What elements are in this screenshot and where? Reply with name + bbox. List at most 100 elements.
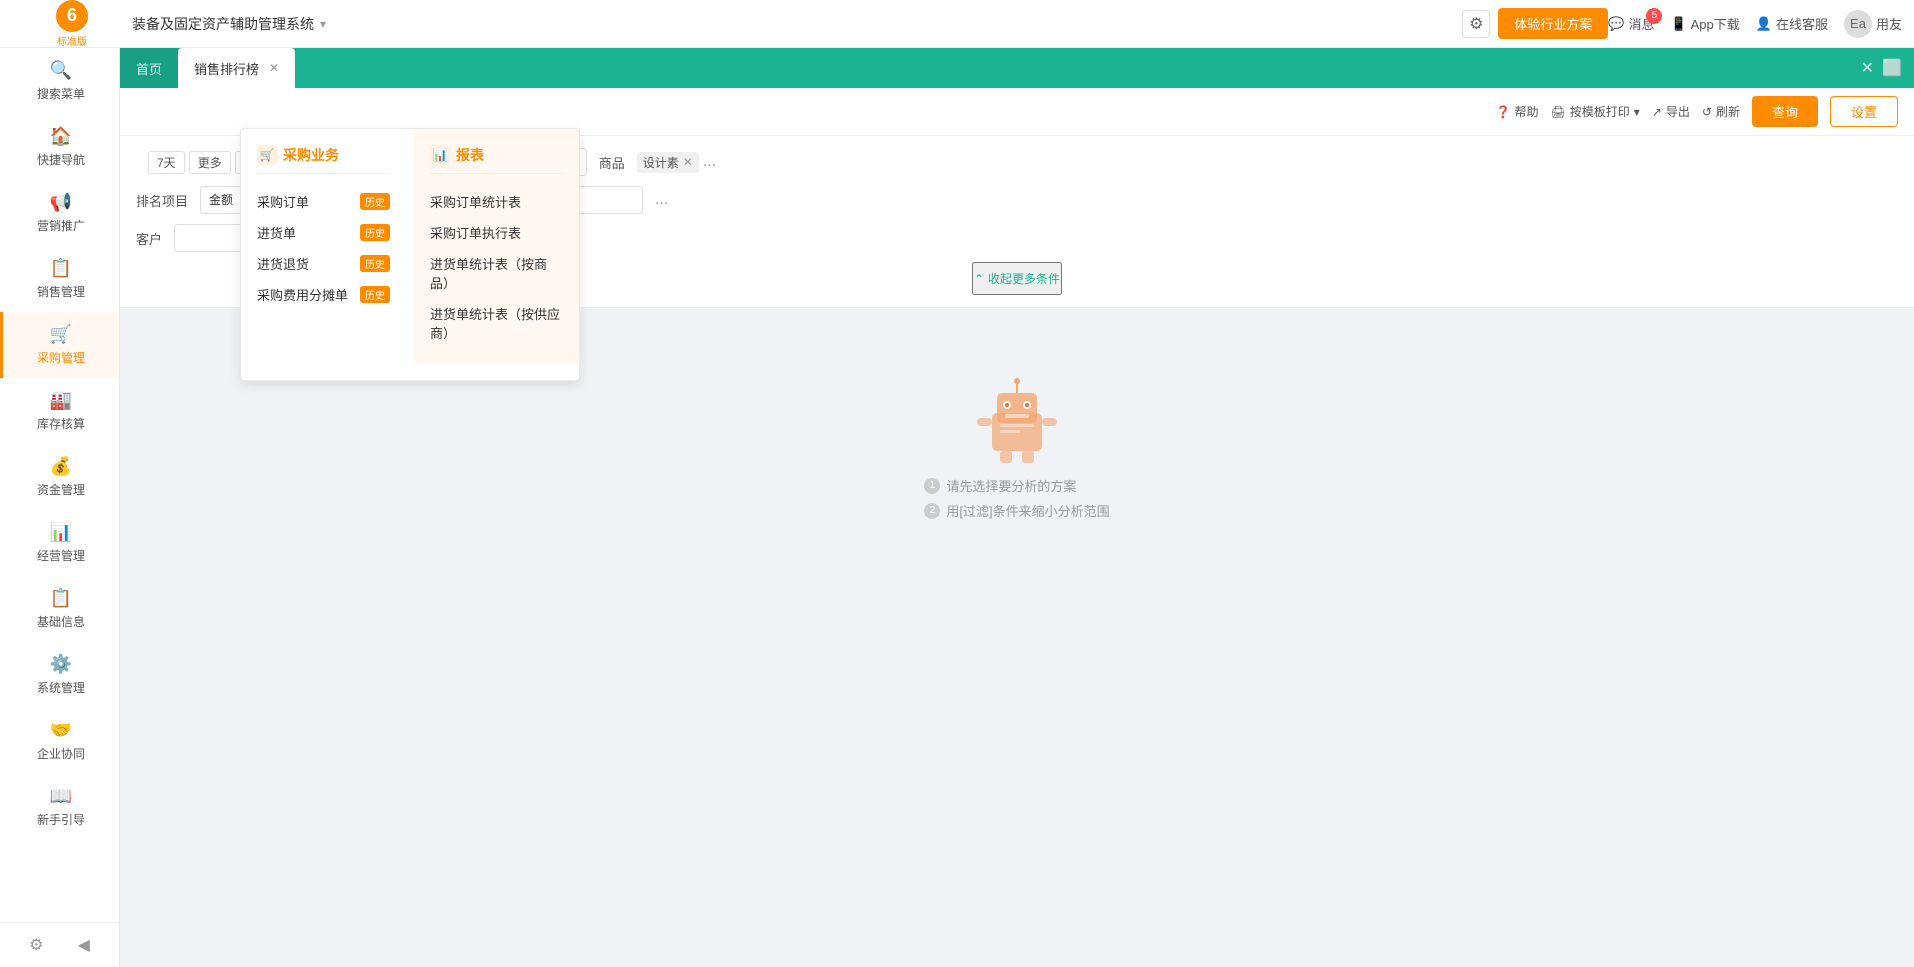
online-service-label: 在线客服 [1776, 14, 1828, 33]
online-service-item[interactable]: 👤 在线客服 [1756, 14, 1828, 33]
query-btn[interactable]: 查询 [1752, 96, 1818, 127]
refresh-btn[interactable]: ↺ 刷新 [1702, 103, 1740, 120]
export-btn[interactable]: ↗ 导出 [1652, 103, 1690, 120]
tab-sales-rank[interactable]: 销售排行榜 ✕ [178, 48, 295, 88]
sidebar-item-enterprise[interactable]: 🤝 企业协同 [0, 708, 119, 774]
print-icon: 🖨 [1551, 105, 1566, 119]
sales-icon: 📋 [50, 258, 72, 279]
logo-icon: 6 [56, 0, 88, 32]
sidebar-item-guide[interactable]: 📖 新手引导 [0, 774, 119, 840]
app-download-label: App下载 [1691, 14, 1740, 33]
message-item[interactable]: 💬 消息 5 [1608, 14, 1654, 33]
settings-bottom-icon[interactable]: ⚙ [29, 935, 43, 955]
purchase-order-stats-label: 采购订单统计表 [430, 192, 521, 211]
system-icon: ⚙️ [50, 654, 72, 675]
message-icon: 💬 [1608, 16, 1624, 32]
operations-icon: 📊 [50, 522, 72, 543]
sidebar-item-purchase[interactable]: 🛒 采购管理 [0, 312, 119, 378]
logo-area: 6 标准版 [12, 0, 132, 48]
sidebar-item-operations[interactable]: 📊 经营管理 [0, 510, 119, 576]
sidebar-item-sales-label: 销售管理 [37, 283, 85, 300]
purchase-col-icon: 🛒 [257, 145, 277, 165]
date-btn-more[interactable]: 更多 [189, 151, 231, 174]
purchase-col-title-text: 采购业务 [283, 145, 339, 165]
settings-btn[interactable]: 设置 [1830, 96, 1898, 127]
collapse-sidebar-icon[interactable]: ◀ [78, 935, 90, 955]
sidebar-item-inventory-label: 库存核算 [37, 415, 85, 432]
inventory-icon: 🏭 [50, 390, 72, 411]
sidebar-item-marketing-label: 营销推广 [37, 217, 85, 234]
salesperson-dots-btn[interactable]: ... [655, 191, 668, 209]
help-btn[interactable]: ❓ 帮助 [1496, 103, 1539, 120]
sidebar-item-quick-nav[interactable]: 🏠 快捷导航 [0, 114, 119, 180]
tab-close-icon[interactable]: ✕ [269, 61, 279, 75]
tab-home[interactable]: 首页 [120, 48, 178, 88]
sidebar-item-search[interactable]: 🔍 搜索菜单 [0, 48, 119, 114]
search-menu-icon: 🔍 [50, 60, 72, 81]
avatar: Ea [1844, 10, 1872, 38]
dropdown-item-receive-return[interactable]: 进货退货 历史 [257, 248, 390, 279]
sidebar-item-system[interactable]: ⚙️ 系统管理 [0, 642, 119, 708]
tab-expand-icon[interactable]: ⬜ [1882, 58, 1902, 78]
enterprise-icon: 🤝 [50, 720, 72, 741]
help-label: 帮助 [1515, 103, 1539, 120]
dropdown-item-purchase-order-stats[interactable]: 采购订单统计表 [430, 186, 563, 217]
sidebar-item-finance[interactable]: 💰 资金管理 [0, 444, 119, 510]
receive-return-history-badge: 历史 [360, 255, 390, 272]
user-item[interactable]: Ea 用友 [1844, 10, 1902, 38]
purchase-icon: 🛒 [50, 324, 72, 345]
app-download-item[interactable]: 📱 App下载 [1670, 14, 1739, 33]
sidebar-item-basic-info[interactable]: 📋 基础信息 [0, 576, 119, 642]
goods-dots-btn[interactable]: ... [703, 153, 716, 171]
system-name-text: 装备及固定资产辅助管理系统 [132, 14, 314, 34]
sidebar-item-marketing[interactable]: 📢 营销推广 [0, 180, 119, 246]
top-header: 6 标准版 装备及固定资产辅助管理系统 ▾ ⚙ 体验行业方案 💬 消息 5 📱 … [0, 0, 1914, 48]
dropdown-item-receive-stats-supplier[interactable]: 进货单统计表（按供应商） [430, 298, 563, 348]
collapse-label: 收起更多条件 [988, 270, 1060, 287]
header-settings-icon[interactable]: ⚙ [1462, 10, 1490, 38]
goods-filter: 设计素 ✕ ... [637, 152, 716, 173]
sidebar-item-system-label: 系统管理 [37, 679, 85, 696]
sidebar-item-inventory[interactable]: 🏭 库存核算 [0, 378, 119, 444]
tip-text-2: 用[过滤]条件来缩小分析范围 [946, 501, 1109, 520]
print-btn[interactable]: 🖨 按模板打印 ▾ [1551, 103, 1640, 120]
purchase-col: 🛒 采购业务 采购订单 历史 进货单 历史 进货退货 历史 [257, 145, 390, 364]
robot-svg [967, 368, 1067, 468]
sidebar-item-search-label: 搜索菜单 [37, 85, 85, 102]
print-dropdown-icon: ▾ [1634, 105, 1640, 119]
service-icon: 👤 [1756, 16, 1772, 32]
receive-return-label: 进货退货 [257, 254, 309, 273]
dropdown-item-purchase-order[interactable]: 采购订单 历史 [257, 186, 390, 217]
tab-sales-rank-label: 销售排行榜 [194, 59, 259, 78]
collapse-btn[interactable]: ⌃ 收起更多条件 [972, 262, 1062, 295]
purchase-order-label: 采购订单 [257, 192, 309, 211]
dropdown-item-receive-stats-goods[interactable]: 进货单统计表（按商品） [430, 248, 563, 298]
purchase-col-title: 🛒 采购业务 [257, 145, 390, 174]
goods-tag-close[interactable]: ✕ [683, 155, 693, 169]
sidebar-item-sales[interactable]: 📋 销售管理 [0, 246, 119, 312]
goods-tag-text: 设计素 [643, 154, 679, 171]
report-col-title: 📊 报表 [430, 145, 563, 174]
print-label: 按模板打印 [1570, 103, 1630, 120]
purchase-expense-history-badge: 历史 [360, 286, 390, 303]
dropdown-item-purchase-expense[interactable]: 采购费用分摊单 历史 [257, 279, 390, 310]
dropdown-item-purchase-order-exec[interactable]: 采购订单执行表 [430, 217, 563, 248]
content-area: 首页 销售排行榜 ✕ ✕ ⬜ ❓ 帮助 🖨 按模板打印 [120, 48, 1914, 967]
industry-btn[interactable]: 体验行业方案 [1498, 8, 1608, 39]
report-col: 📊 报表 采购订单统计表 采购订单执行表 进货单统计表（按商品） 进货单统计表（… [414, 129, 579, 364]
sidebar-item-guide-label: 新手引导 [37, 811, 85, 828]
sidebar-item-operations-label: 经营管理 [37, 547, 85, 564]
tab-close-all-icon[interactable]: ✕ [1861, 58, 1874, 78]
system-dropdown-icon[interactable]: ▾ [320, 17, 326, 31]
receive-stats-goods-label: 进货单统计表（按商品） [430, 254, 563, 292]
date-btn-7days[interactable]: 7天 [148, 151, 185, 174]
goods-label: 商品 [599, 153, 625, 172]
marketing-icon: 📢 [50, 192, 72, 213]
collapse-up-icon: ⌃ [974, 272, 984, 286]
message-badge: 5 [1646, 8, 1662, 24]
dropdown-item-receive[interactable]: 进货单 历史 [257, 217, 390, 248]
purchase-order-history-badge: 历史 [360, 193, 390, 210]
refresh-icon: ↺ [1702, 105, 1712, 119]
receive-stats-supplier-label: 进货单统计表（按供应商） [430, 304, 563, 342]
help-icon: ❓ [1496, 105, 1511, 119]
